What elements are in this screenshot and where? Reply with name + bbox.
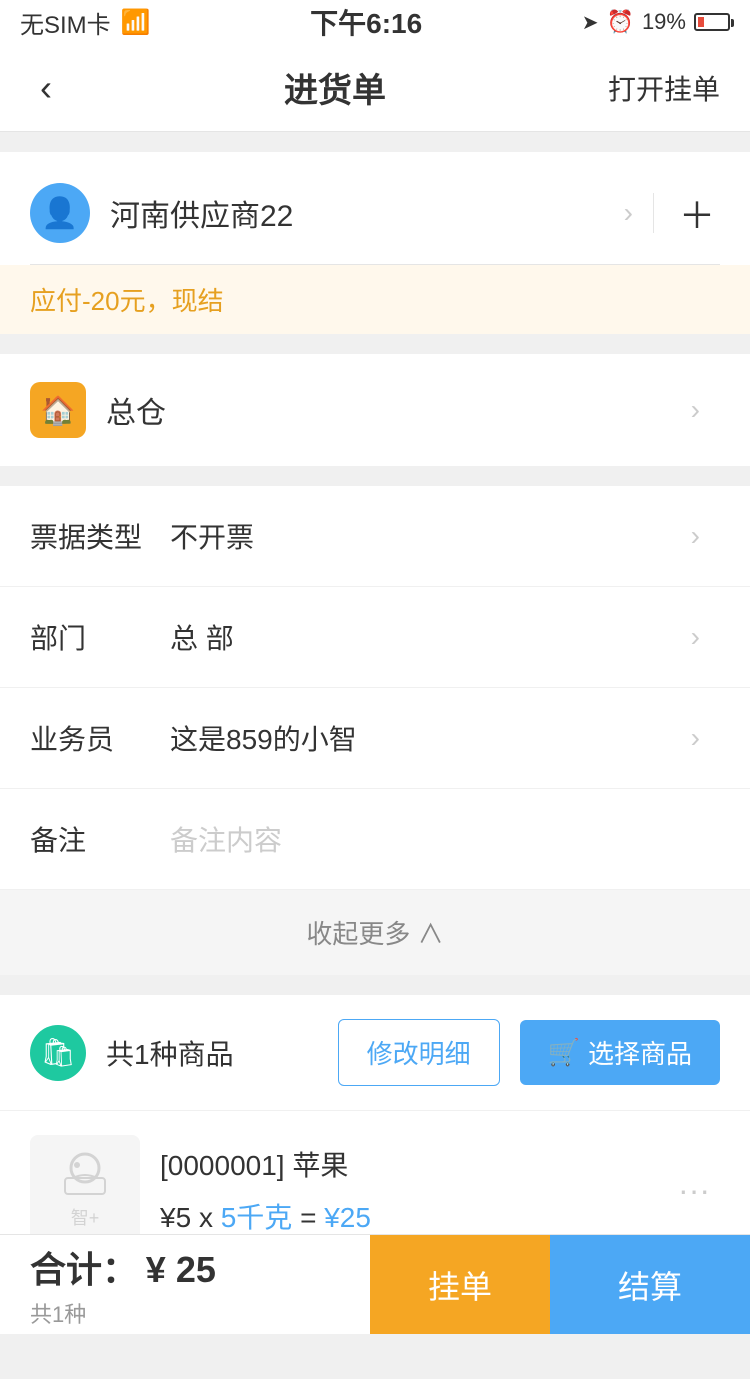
location-icon: ➤ — [582, 10, 599, 35]
department-label: 部门 — [30, 617, 150, 657]
vertical-divider — [653, 193, 654, 233]
open-hang-button[interactable]: 打开挂单 — [608, 68, 720, 108]
select-label: 选择商品 — [588, 1034, 692, 1071]
warehouse-chevron-icon: › — [691, 394, 700, 426]
hang-button[interactable]: 挂单 — [370, 1235, 550, 1334]
qty-value: 5千克 — [221, 1202, 293, 1233]
total-count: 共1种 — [30, 1297, 340, 1329]
divider-2 — [0, 334, 750, 354]
supplier-row: 👤 河南供应商22 › ＋ — [30, 152, 720, 265]
home-icon: 🏠 — [41, 394, 76, 427]
product-info: [0000001] 苹果 ¥5 x 5千克 = ¥25 — [160, 1144, 648, 1236]
total-amount: 合计： ¥ 25 — [30, 1241, 340, 1293]
collapse-button[interactable]: 收起更多 ∧ — [0, 890, 750, 975]
bag-icon: 🛍 — [40, 1036, 76, 1069]
status-left: 无SIM卡 📶 — [20, 5, 151, 40]
price-label: ¥5 — [160, 1202, 191, 1233]
salesman-row[interactable]: 业务员 这是859的小智 › — [0, 688, 750, 789]
supplier-name: 河南供应商22 — [110, 191, 624, 235]
divider-1 — [0, 132, 750, 152]
total-value: ¥25 — [324, 1202, 371, 1233]
invoice-label: 票据类型 — [30, 516, 150, 556]
warehouse-row[interactable]: 🏠 总仓 › — [0, 354, 750, 466]
products-count: 共1种商品 — [106, 1033, 318, 1073]
product-more-button[interactable]: ··· — [668, 1162, 720, 1219]
product-name: [0000001] 苹果 — [160, 1144, 648, 1184]
total-value: ¥ 25 — [146, 1249, 216, 1290]
product-title: 苹果 — [292, 1150, 348, 1181]
department-chevron-icon: › — [691, 621, 700, 653]
salesman-value: 这是859的小智 — [150, 718, 691, 758]
notes-row[interactable]: 备注 备注内容 — [0, 789, 750, 890]
page-title: 进货单 — [284, 63, 386, 112]
bottom-bar: 合计： ¥ 25 共1种 挂单 结算 — [0, 1234, 750, 1334]
status-bar: 无SIM卡 📶 下午6:16 ➤ ⏰ 19% — [0, 0, 750, 44]
modify-detail-button[interactable]: 修改明细 — [338, 1019, 500, 1086]
select-product-button[interactable]: 🛒 选择商品 — [520, 1020, 720, 1085]
product-price-row: ¥5 x 5千克 = ¥25 — [160, 1196, 648, 1236]
salesman-chevron-icon: › — [691, 722, 700, 754]
status-right: ➤ ⏰ 19% — [582, 9, 730, 35]
notes-label: 备注 — [30, 819, 150, 859]
supplier-card: 👤 河南供应商22 › ＋ — [0, 152, 750, 265]
equals-sign: = — [300, 1202, 324, 1233]
divider-4 — [0, 975, 750, 995]
supplier-chevron-icon[interactable]: › — [624, 197, 633, 229]
product-thumbnail: 智+ — [30, 1135, 140, 1245]
carrier-label: 无SIM卡 — [20, 5, 111, 40]
divider-3 — [0, 466, 750, 486]
form-card: 票据类型 不开票 › 部门 总 部 › 业务员 这是859的小智 › 备注 备注… — [0, 486, 750, 890]
status-time: 下午6:16 — [310, 2, 422, 42]
warehouse-name: 总仓 — [106, 388, 691, 432]
invoice-row[interactable]: 票据类型 不开票 › — [0, 486, 750, 587]
alarm-icon: ⏰ — [607, 9, 634, 35]
product-code: [0000001] — [160, 1150, 285, 1181]
department-row[interactable]: 部门 总 部 › — [0, 587, 750, 688]
total-section: 合计： ¥ 25 共1种 — [0, 1235, 370, 1334]
products-header: 🛍 共1种商品 修改明细 🛒 选择商品 — [0, 995, 750, 1110]
multiply-sign: x — [199, 1202, 221, 1233]
avatar-icon: 👤 — [41, 196, 78, 231]
back-button[interactable]: ‹ — [30, 57, 62, 119]
department-value: 总 部 — [150, 617, 691, 657]
thumb-placeholder: 智+ — [55, 1150, 115, 1230]
add-button[interactable]: ＋ — [674, 182, 720, 244]
checkout-button[interactable]: 结算 — [550, 1235, 750, 1334]
total-label: 合计： — [30, 1249, 138, 1290]
select-icon: 🛒 — [548, 1037, 580, 1068]
battery-icon — [694, 13, 730, 31]
salesman-label: 业务员 — [30, 718, 150, 758]
battery-label: 19% — [642, 9, 686, 35]
products-icon: 🛍 — [30, 1025, 86, 1081]
notes-placeholder: 备注内容 — [150, 819, 720, 859]
nav-bar: ‹ 进货单 打开挂单 — [0, 44, 750, 132]
wifi-icon: 📶 — [121, 8, 151, 37]
balance-hint: 应付-20元，现结 — [0, 265, 750, 334]
warehouse-icon: 🏠 — [30, 382, 86, 438]
invoice-chevron-icon: › — [691, 520, 700, 552]
supplier-avatar: 👤 — [30, 183, 90, 243]
invoice-value: 不开票 — [150, 516, 691, 556]
